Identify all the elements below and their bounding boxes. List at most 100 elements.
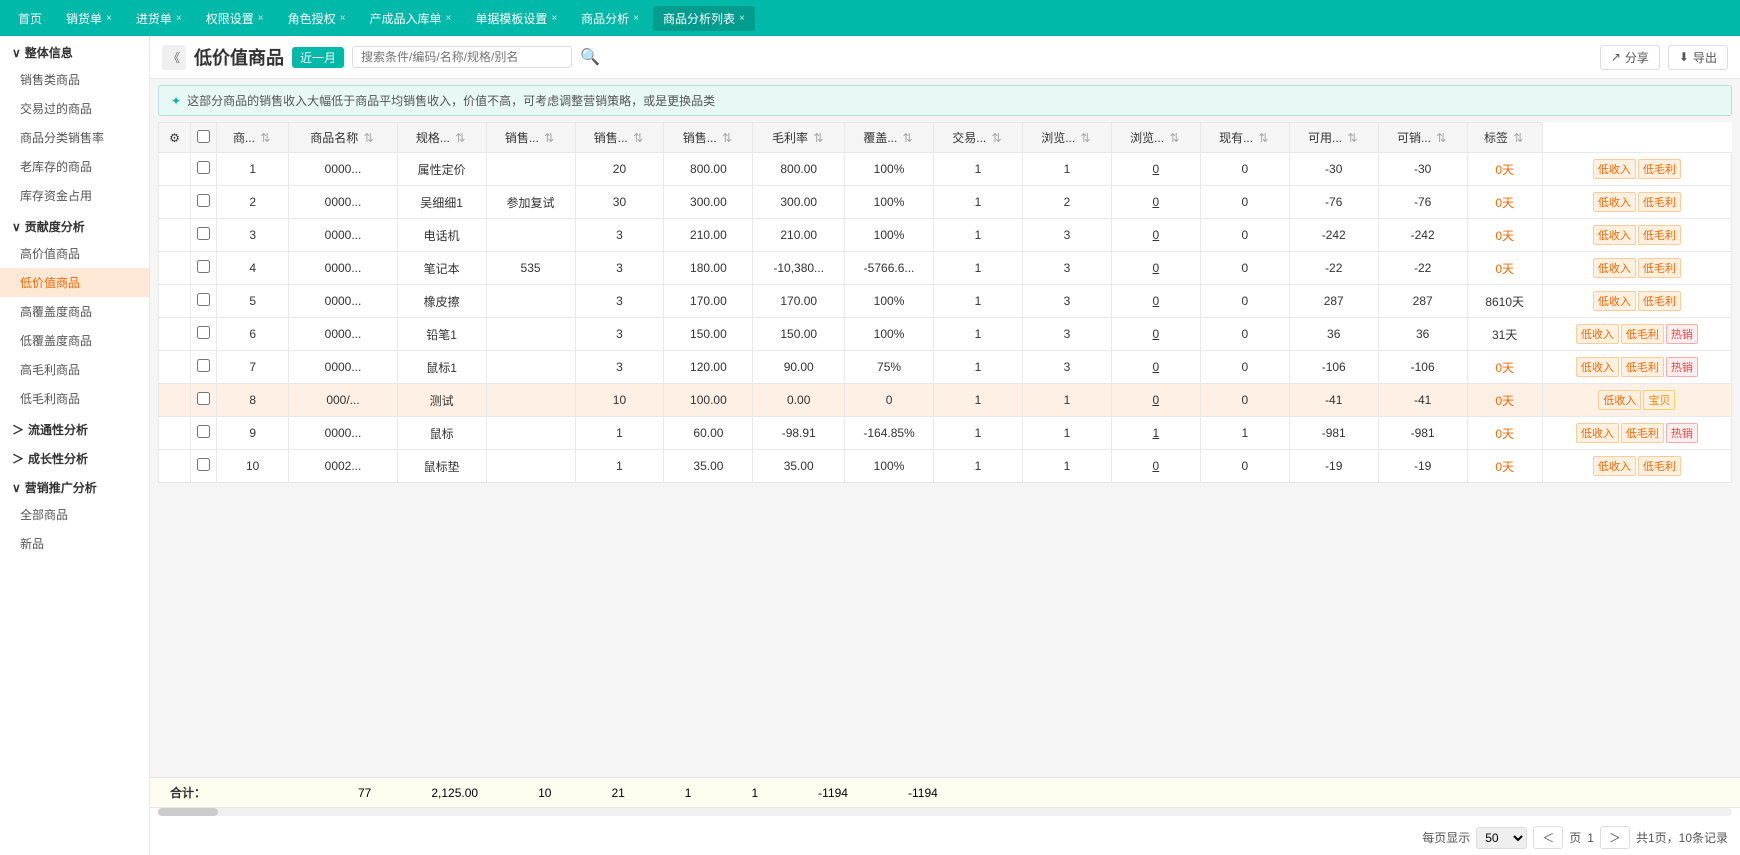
row-checkbox[interactable] [197, 425, 210, 438]
row-checkbox[interactable] [197, 326, 210, 339]
nav-template-settings[interactable]: 单据模板设置 × [465, 6, 567, 31]
cell-checkbox[interactable] [191, 252, 217, 285]
browse-link[interactable]: 0 [1153, 195, 1160, 209]
nav-home[interactable]: 首页 [8, 6, 52, 31]
tag-badge: 低收入 [1593, 192, 1636, 212]
close-icon[interactable]: × [551, 13, 557, 24]
search-input[interactable] [352, 46, 572, 68]
select-all-checkbox[interactable] [197, 130, 210, 143]
cell-code: 000/... [289, 384, 397, 417]
row-checkbox[interactable] [197, 293, 210, 306]
row-checkbox[interactable] [197, 194, 210, 207]
table-row: 2 0000... 吴细细1 参加复试 30 300.00 300.00 100… [159, 186, 1732, 219]
sidebar-item-traded-products[interactable]: 交易过的商品 [0, 94, 149, 123]
browse-link[interactable]: 0 [1153, 261, 1160, 275]
cell-coverage: 1 [934, 153, 1023, 186]
cell-checkbox[interactable] [191, 285, 217, 318]
sidebar-item-old-stock[interactable]: 老库存的商品 [0, 152, 149, 181]
alert-bar: ✦ 这部分商品的销售收入大幅低于商品平均销售收入，价值不高，可考虑调整营销策略，… [158, 85, 1732, 116]
browse-link[interactable]: 0 [1153, 162, 1160, 176]
cell-checkbox[interactable] [191, 384, 217, 417]
filter-tag-button[interactable]: 近一月 [292, 47, 344, 68]
row-checkbox[interactable] [197, 260, 210, 273]
cell-checkbox[interactable] [191, 417, 217, 450]
total-sales-qty: 77 [358, 786, 371, 800]
cell-margin-rate: -164.85% [845, 417, 934, 450]
cell-current-stock: -19 [1289, 450, 1378, 483]
sidebar-group-marketing[interactable]: ∨ 营销推广分析 [0, 471, 149, 500]
next-page-button[interactable]: ＞ [1600, 826, 1630, 849]
row-checkbox[interactable] [197, 392, 210, 405]
sidebar-group-overview[interactable]: ∨ 整体信息 [0, 36, 149, 65]
sidebar-item-high-value[interactable]: 高价值商品 [0, 239, 149, 268]
row-checkbox[interactable] [197, 359, 210, 372]
cell-checkbox[interactable] [191, 318, 217, 351]
close-icon[interactable]: × [176, 13, 182, 24]
cell-checkbox[interactable] [191, 219, 217, 252]
cell-browse2: 0 [1200, 351, 1289, 384]
sidebar-item-new-products[interactable]: 新品 [0, 529, 149, 558]
nav-product-analysis-list[interactable]: 商品分析列表 × [653, 6, 755, 31]
sidebar-group-contribution[interactable]: ∨ 贡献度分析 [0, 210, 149, 239]
close-icon[interactable]: × [106, 13, 112, 24]
share-button[interactable]: ↗ 分享 [1600, 45, 1660, 70]
table-header-row: ⚙ 商... ⇅ 商品名称 ⇅ 规格... ⇅ 销售... ⇅ 销售... ⇅ … [159, 123, 1732, 153]
sidebar-item-stock-capital[interactable]: 库存资金占用 [0, 181, 149, 210]
close-icon[interactable]: × [633, 13, 639, 24]
cell-code: 0000... [289, 219, 397, 252]
first-page-button[interactable]: ＜ [1533, 826, 1563, 849]
nav-permissions[interactable]: 权限设置 × [196, 6, 274, 31]
sidebar-group-growth[interactable]: ＞ 成长性分析 [0, 442, 149, 471]
close-icon[interactable]: × [445, 13, 451, 24]
close-icon[interactable]: × [739, 13, 745, 24]
close-icon[interactable]: × [340, 13, 346, 24]
sidebar-item-low-coverage[interactable]: 低覆盖度商品 [0, 326, 149, 355]
browse-link[interactable]: 0 [1153, 327, 1160, 341]
cell-code: 0000... [289, 153, 397, 186]
nav-product-analysis[interactable]: 商品分析 × [571, 6, 649, 31]
cell-checkbox[interactable] [191, 450, 217, 483]
sidebar-item-sales-products[interactable]: 销售类商品 [0, 65, 149, 94]
browse-link[interactable]: 0 [1153, 294, 1160, 308]
cell-checkbox[interactable] [191, 153, 217, 186]
close-icon[interactable]: × [258, 13, 264, 24]
nav-purchase-order[interactable]: 进货单 × [126, 6, 192, 31]
browse-link[interactable]: 0 [1153, 393, 1160, 407]
sidebar-item-low-margin[interactable]: 低毛利商品 [0, 384, 149, 413]
sidebar-item-category-sales-rate[interactable]: 商品分类销售率 [0, 123, 149, 152]
page-size-select[interactable]: 50 100 200 [1476, 827, 1527, 849]
nav-role-auth[interactable]: 角色授权 × [278, 6, 356, 31]
row-checkbox[interactable] [197, 458, 210, 471]
cell-browse2: 0 [1200, 252, 1289, 285]
collapse-button[interactable]: 《 [162, 45, 186, 70]
sidebar-item-all-products[interactable]: 全部商品 [0, 500, 149, 529]
scrollbar-thumb[interactable] [158, 808, 218, 816]
cell-checkbox[interactable] [191, 351, 217, 384]
browse-link[interactable]: 1 [1153, 426, 1160, 440]
cell-transaction: 3 [1022, 285, 1111, 318]
cell-browse1: 0 [1111, 219, 1200, 252]
cell-settings [159, 351, 191, 384]
row-checkbox[interactable] [197, 227, 210, 240]
browse-link[interactable]: 0 [1153, 360, 1160, 374]
scrollbar-track[interactable] [158, 808, 1732, 816]
browse-link[interactable]: 0 [1153, 228, 1160, 242]
nav-sales-order[interactable]: 销货单 × [56, 6, 122, 31]
tag-badge: 低收入 [1593, 456, 1636, 476]
cell-browse2: 0 [1200, 219, 1289, 252]
table-row: 4 0000... 笔记本 535 3 180.00 -10,380... -5… [159, 252, 1732, 285]
nav-product-instock[interactable]: 产成品入库单 × [359, 6, 461, 31]
search-button[interactable]: 🔍 [580, 47, 600, 67]
cell-checkbox[interactable] [191, 186, 217, 219]
cell-spec: 参加复试 [486, 186, 575, 219]
sidebar-item-high-coverage[interactable]: 高覆盖度商品 [0, 297, 149, 326]
browse-link[interactable]: 0 [1153, 459, 1160, 473]
tag-badge: 低收入 [1598, 390, 1641, 410]
sidebar-item-high-margin[interactable]: 高毛利商品 [0, 355, 149, 384]
row-checkbox[interactable] [197, 161, 210, 174]
export-button[interactable]: ⬇ 导出 [1668, 45, 1728, 70]
cell-current-stock: -30 [1289, 153, 1378, 186]
sidebar-item-low-value[interactable]: 低价值商品 [0, 268, 149, 297]
sidebar-group-circulation[interactable]: ＞ 流通性分析 [0, 413, 149, 442]
tag-badge: 低毛利 [1638, 456, 1681, 476]
